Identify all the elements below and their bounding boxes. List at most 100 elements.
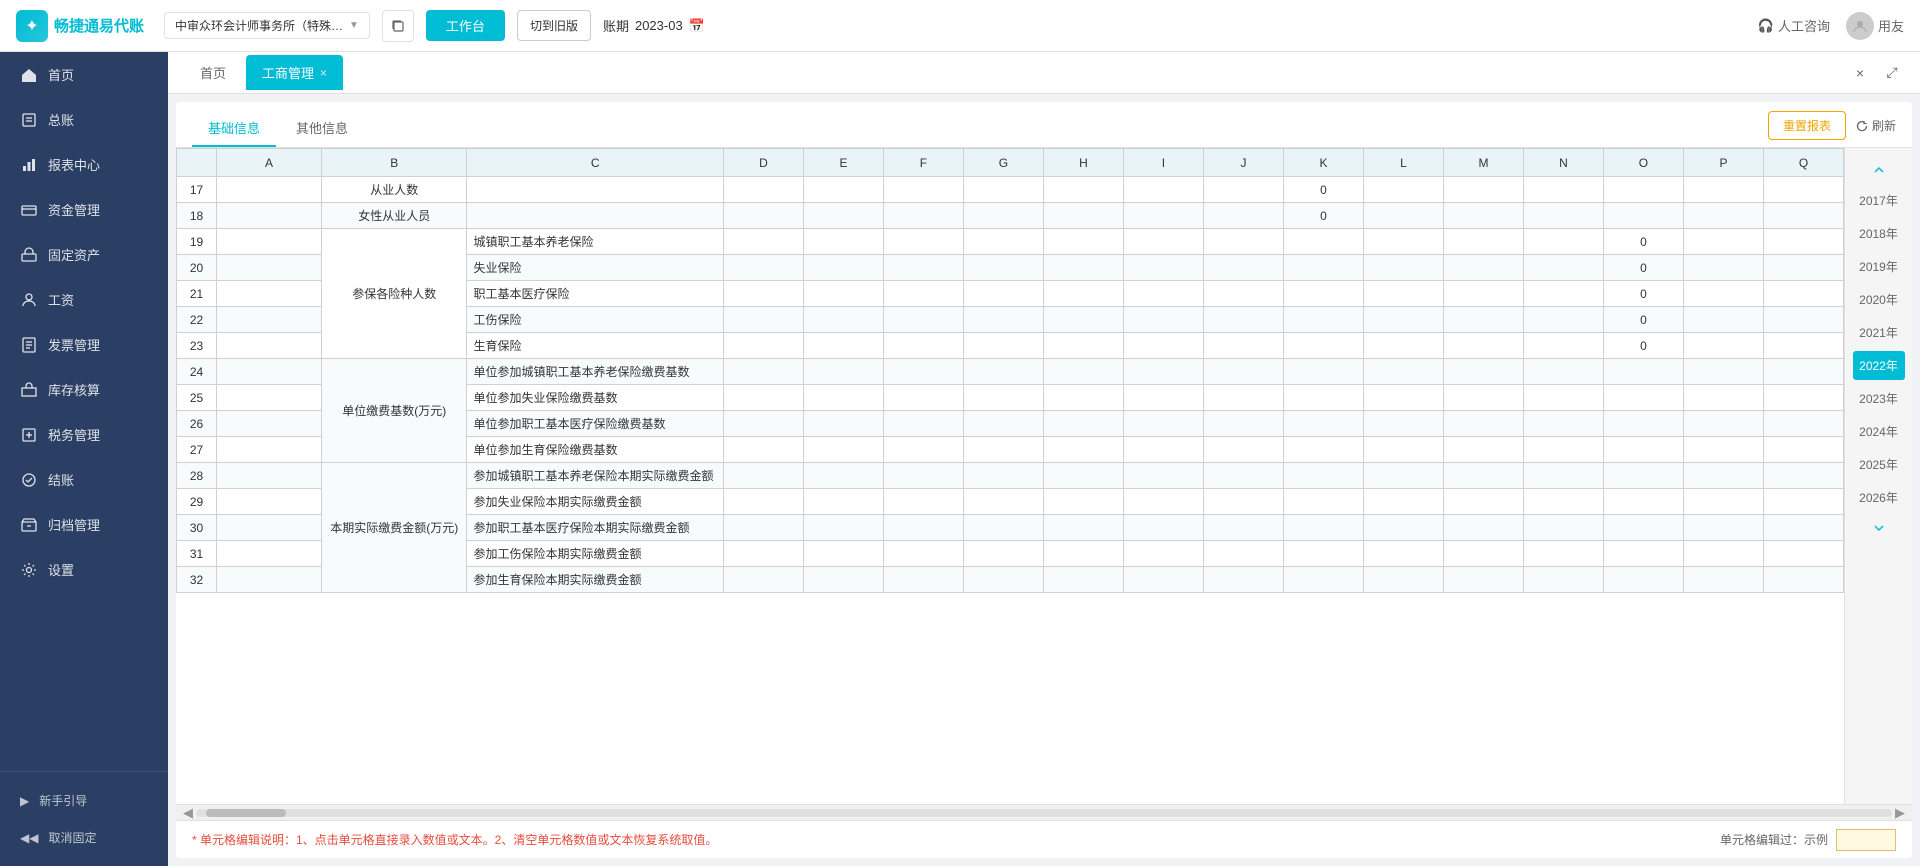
cell-18-n[interactable] <box>1523 203 1603 229</box>
calendar-icon[interactable]: 📅 <box>689 18 705 34</box>
year-item-2021[interactable]: 2021年 <box>1853 318 1905 347</box>
cell-18-e[interactable] <box>803 203 883 229</box>
cell-17-k[interactable]: 0 <box>1283 177 1363 203</box>
cell-18-d[interactable] <box>723 203 803 229</box>
close-window-button[interactable]: × <box>1848 61 1872 85</box>
year-item-2026[interactable]: 2026年 <box>1853 483 1905 512</box>
cell-17-n[interactable] <box>1523 177 1603 203</box>
h-scroll-thumb[interactable] <box>206 809 286 817</box>
cell-21-a[interactable] <box>217 281 322 307</box>
closing-icon <box>20 471 38 489</box>
sidebar-item-fund[interactable]: 资金管理 <box>0 187 168 232</box>
sidebar-item-archive[interactable]: 归档管理 <box>0 502 168 547</box>
cell-20-a[interactable] <box>217 255 322 281</box>
cell-18-k[interactable]: 0 <box>1283 203 1363 229</box>
expand-window-button[interactable]: ⤢ <box>1880 61 1904 85</box>
h-scroll-track[interactable] <box>196 809 1892 817</box>
consultant-button[interactable]: 🎧 人工咨询 <box>1758 16 1830 35</box>
cell-17-g[interactable] <box>963 177 1043 203</box>
tab-active-business[interactable]: 工商管理 × <box>246 55 343 90</box>
year-item-2023[interactable]: 2023年 <box>1853 384 1905 413</box>
cell-19-b[interactable]: 参保各险种人数 <box>321 229 466 359</box>
company-selector[interactable]: 中审众环会计师事务所（特殊普通合伙... ▼ <box>164 12 370 39</box>
sub-tab-other-info[interactable]: 其他信息 <box>280 110 364 147</box>
sidebar-item-settings[interactable]: 设置 <box>0 547 168 592</box>
cell-17-f[interactable] <box>883 177 963 203</box>
cell-19-a[interactable] <box>217 229 322 255</box>
cell-20-c[interactable]: 失业保险 <box>467 255 724 281</box>
tab-close-button[interactable]: × <box>320 66 327 80</box>
cell-b[interactable]: 本期实际缴费金额(万元) <box>321 463 466 593</box>
cell-18-g[interactable] <box>963 203 1043 229</box>
year-item-2019[interactable]: 2019年 <box>1853 252 1905 281</box>
cell-17-c[interactable] <box>467 177 724 203</box>
cell-18-i[interactable] <box>1123 203 1203 229</box>
cell-23-c[interactable]: 生育保险 <box>467 333 724 359</box>
cell-18-c[interactable] <box>467 203 724 229</box>
cell-18-p[interactable] <box>1683 203 1763 229</box>
year-scroll-down-button[interactable] <box>1861 514 1897 542</box>
cell-b[interactable]: 单位缴费基数(万元) <box>321 359 466 463</box>
sidebar-item-payroll[interactable]: 工资 <box>0 277 168 322</box>
cell-18-a[interactable] <box>217 203 322 229</box>
cell-17-h[interactable] <box>1043 177 1123 203</box>
copy-button[interactable] <box>382 10 414 42</box>
cell-18-f[interactable] <box>883 203 963 229</box>
year-item-2022[interactable]: 2022年 <box>1853 351 1905 380</box>
year-item-2020[interactable]: 2020年 <box>1853 285 1905 314</box>
sidebar-item-reports[interactable]: 报表中心 <box>0 142 168 187</box>
cell-17-j[interactable] <box>1203 177 1283 203</box>
cell-21-c[interactable]: 职工基本医疗保险 <box>467 281 724 307</box>
year-item-2025[interactable]: 2025年 <box>1853 450 1905 479</box>
cell-17-m[interactable] <box>1443 177 1523 203</box>
user-info[interactable]: 用友 <box>1846 12 1904 40</box>
cell-17-e[interactable] <box>803 177 883 203</box>
sidebar-item-invoice[interactable]: 发票管理 <box>0 322 168 367</box>
year-item-2024[interactable]: 2024年 <box>1853 417 1905 446</box>
cell-17-b[interactable]: 从业人数 <box>321 177 466 203</box>
sidebar-item-tax[interactable]: 税务管理 <box>0 412 168 457</box>
cell-18-l[interactable] <box>1363 203 1443 229</box>
cell-18-j[interactable] <box>1203 203 1283 229</box>
headset-icon: 🎧 <box>1758 18 1774 34</box>
cell-17-l[interactable] <box>1363 177 1443 203</box>
cell-22-a[interactable] <box>217 307 322 333</box>
cell-18-h[interactable] <box>1043 203 1123 229</box>
cell-18-b[interactable]: 女性从业人员 <box>321 203 466 229</box>
sidebar-item-unpin[interactable]: ◀◀ 取消固定 <box>0 819 168 856</box>
cell-18-m[interactable] <box>1443 203 1523 229</box>
cell-18-q[interactable] <box>1763 203 1843 229</box>
table-row: 18 女性从业人员 0 <box>177 203 1844 229</box>
sub-tab-basic-info[interactable]: 基础信息 <box>192 110 276 147</box>
h-scroll-bar[interactable]: ◀ ▶ <box>176 804 1912 820</box>
h-scroll-right-button[interactable]: ▶ <box>1892 805 1908 821</box>
workbench-button[interactable]: 工作台 <box>426 10 505 41</box>
cell-22-c[interactable]: 工伤保险 <box>467 307 724 333</box>
year-scroll-up-button[interactable] <box>1861 156 1897 184</box>
sidebar-item-inventory[interactable]: 库存核算 <box>0 367 168 412</box>
cell-17-o[interactable] <box>1603 177 1683 203</box>
sidebar-item-guide[interactable]: ▶ 新手引导 <box>0 782 168 819</box>
sidebar-item-closing[interactable]: 结账 <box>0 457 168 502</box>
cell-17-d[interactable] <box>723 177 803 203</box>
year-item-2018[interactable]: 2018年 <box>1853 219 1905 248</box>
sidebar-item-ledger[interactable]: 总账 <box>0 97 168 142</box>
cell-17-i[interactable] <box>1123 177 1203 203</box>
year-item-2017[interactable]: 2017年 <box>1853 186 1905 215</box>
row-num: 26 <box>177 411 217 437</box>
cell-18-o[interactable] <box>1603 203 1683 229</box>
cell-17-q[interactable] <box>1763 177 1843 203</box>
refresh-button[interactable]: 刷新 <box>1856 117 1896 134</box>
cell-19-c[interactable]: 城镇职工基本养老保险 <box>467 229 724 255</box>
spreadsheet-inner[interactable]: A B C D E F G H I J <box>176 148 1844 804</box>
tab-home[interactable]: 首页 <box>184 55 242 90</box>
cell-23-a[interactable] <box>217 333 322 359</box>
cell-17-p[interactable] <box>1683 177 1763 203</box>
sidebar-item-assets[interactable]: 固定资产 <box>0 232 168 277</box>
reset-report-button[interactable]: 重置报表 <box>1768 111 1846 140</box>
sidebar-item-home[interactable]: 首页 <box>0 52 168 97</box>
table-row: 28 本期实际缴费金额(万元) 参加城镇职工基本养老保险本期实际缴费金额 <box>177 463 1844 489</box>
switch-version-button[interactable]: 切到旧版 <box>517 10 591 41</box>
cell-17-a[interactable] <box>217 177 322 203</box>
h-scroll-left-button[interactable]: ◀ <box>180 805 196 821</box>
